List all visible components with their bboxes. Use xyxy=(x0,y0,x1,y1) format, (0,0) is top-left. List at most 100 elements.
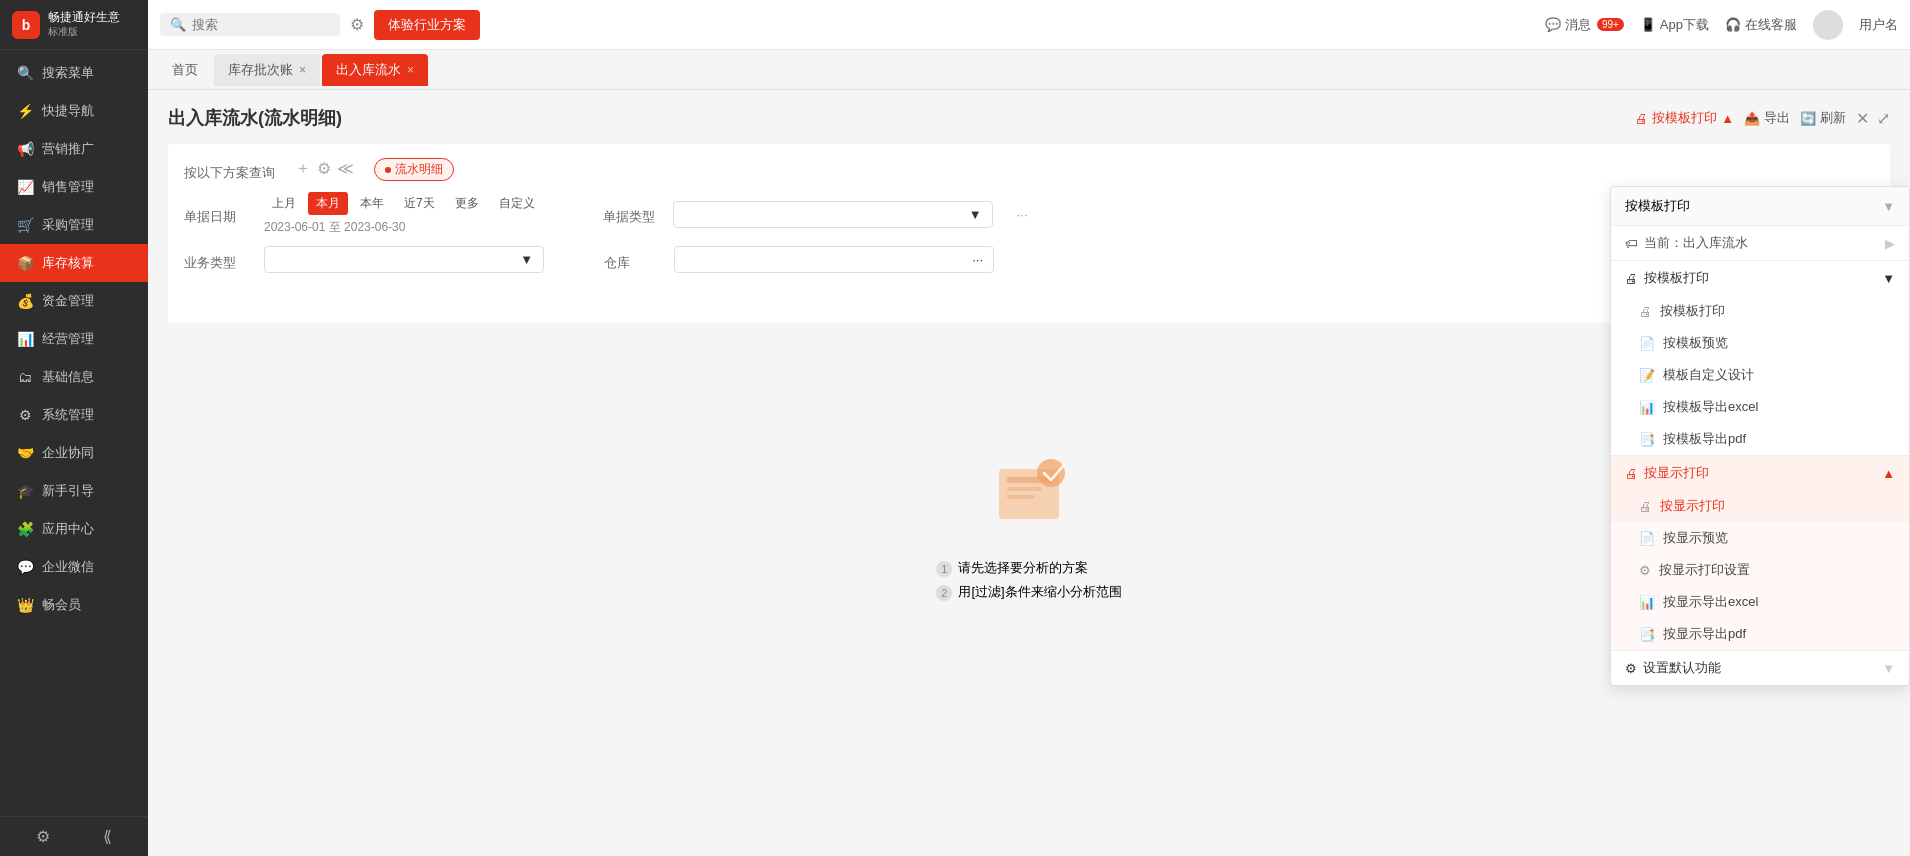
item-preview-icon: 📄 xyxy=(1639,336,1655,351)
sidebar-nav: 🔍搜索菜单⚡快捷导航📢营销推广📈销售管理🛒采购管理📦库存核算💰资金管理📊经营管理… xyxy=(0,50,148,816)
template-print-item[interactable]: 🖨 按模板打印 xyxy=(1611,295,1909,327)
date-tab-0[interactable]: 上月 xyxy=(264,192,304,215)
add-filter-icon[interactable]: ＋ xyxy=(295,158,311,179)
display-pdf-item[interactable]: 📑 按显示导出pdf xyxy=(1611,618,1909,650)
empty-illustration xyxy=(979,439,1079,539)
close-window-icon[interactable]: ✕ xyxy=(1856,109,1869,128)
sidebar-item-search[interactable]: 🔍搜索菜单 xyxy=(0,54,148,92)
tab-home[interactable]: 首页 xyxy=(158,54,212,86)
search-box[interactable]: 🔍 xyxy=(160,13,340,36)
print-template-btn[interactable]: 🖨 按模板打印 ▲ xyxy=(1635,109,1734,127)
filter-controls: ＋ ⚙ ≪ xyxy=(295,158,354,179)
industry-btn[interactable]: 体验行业方案 xyxy=(374,10,480,40)
template-preview-item[interactable]: 📄 按模板预览 xyxy=(1611,327,1909,359)
sidebar-item-shortcut[interactable]: ⚡快捷导航 xyxy=(0,92,148,130)
display-excel-item[interactable]: 📊 按显示导出excel xyxy=(1611,586,1909,618)
sidebar-icon-finance: 💰 xyxy=(16,293,34,309)
topbar-right: 💬 消息 99+ 📱 App下载 🎧 在线客服 用户名 xyxy=(1545,10,1898,40)
collapse-filter-icon[interactable]: ≪ xyxy=(337,159,354,178)
sidebar-item-apps[interactable]: 🧩应用中心 xyxy=(0,510,148,548)
chevron-up-icon: ▲ xyxy=(1721,111,1734,126)
more-options-icon[interactable]: ··· xyxy=(1017,207,1028,222)
printer-display-icon: 🖨 xyxy=(1625,466,1638,481)
sidebar-label-member: 畅会员 xyxy=(42,596,81,614)
tab-close-batch[interactable]: × xyxy=(299,63,306,77)
sidebar-item-member[interactable]: 👑 畅会员 xyxy=(0,586,148,624)
refresh-btn[interactable]: 🔄 刷新 xyxy=(1800,109,1846,127)
display-print-settings-item[interactable]: ⚙ 按显示打印设置 xyxy=(1611,554,1909,586)
sidebar-item-wechat[interactable]: 💬企业微信 xyxy=(0,548,148,586)
template-print-items: 🖨 按模板打印 📄 按模板预览 📝 模板自定义设计 📊 按模板导出excel xyxy=(1611,295,1909,455)
dropdown-panel: 按模板打印 ▼ 🏷 当前：出入库流水 ▶ 🖨 按模板打印 ▼ xyxy=(1610,186,1910,686)
warehouse-select[interactable]: ··· xyxy=(674,246,994,273)
avatar[interactable] xyxy=(1813,10,1843,40)
app-download-btn[interactable]: 📱 App下载 xyxy=(1640,16,1709,34)
date-tabs: 上月本月本年近7天更多自定义 xyxy=(264,192,543,215)
template-excel-item[interactable]: 📊 按模板导出excel xyxy=(1611,391,1909,423)
sidebar-label-system: 系统管理 xyxy=(42,406,94,424)
date-tab-2[interactable]: 本年 xyxy=(352,192,392,215)
voucher-type-select[interactable]: ▼ xyxy=(673,201,993,228)
display-preview-item[interactable]: 📄 按显示预览 xyxy=(1611,522,1909,554)
tabbar: 首页库存批次账×出入库流水× xyxy=(148,50,1910,90)
date-tab-4[interactable]: 更多 xyxy=(447,192,487,215)
voucher-type-label: 单据类型 xyxy=(603,202,663,226)
dropdown-footer[interactable]: ⚙ 设置默认功能 ▼ xyxy=(1611,651,1909,685)
sidebar-item-marketing[interactable]: 📢营销推广 xyxy=(0,130,148,168)
tab-batch[interactable]: 库存批次账× xyxy=(214,54,320,86)
template-design-item[interactable]: 📝 模板自定义设计 xyxy=(1611,359,1909,391)
sidebar-item-cooperation[interactable]: 🤝企业协同 xyxy=(0,434,148,472)
settings-filter-icon[interactable]: ⚙ xyxy=(317,159,331,178)
business-type-select[interactable]: ▼ xyxy=(264,246,544,273)
sidebar-footer: ⚙ ⟪ xyxy=(0,816,148,856)
export-btn[interactable]: 📤 导出 xyxy=(1744,109,1790,127)
display-print-items: 🖨 按显示打印 📄 按显示预览 ⚙ 按显示打印设置 📊 按显示导出excel xyxy=(1611,490,1909,650)
sidebar-icon-member: 👑 xyxy=(16,597,34,613)
dropdown-current[interactable]: 🏷 当前：出入库流水 ▶ xyxy=(1611,226,1909,261)
template-pdf-item[interactable]: 📑 按模板导出pdf xyxy=(1611,423,1909,455)
topbar: 🔍 ⚙ 体验行业方案 💬 消息 99+ 📱 App下载 🎧 在线客服 用户名 xyxy=(148,0,1910,50)
item-design-icon: 📝 xyxy=(1639,368,1655,383)
sidebar-item-guide[interactable]: 🎓新手引导 xyxy=(0,472,148,510)
gear-icon[interactable]: ⚙ xyxy=(350,15,364,34)
search-input[interactable] xyxy=(192,17,312,32)
settings-icon[interactable]: ⚙ xyxy=(36,827,50,846)
chevron-right-icon: ▶ xyxy=(1885,236,1895,251)
date-tab-5[interactable]: 自定义 xyxy=(491,192,543,215)
date-tab-3[interactable]: 近7天 xyxy=(396,192,443,215)
date-range: 2023-06-01 至 2023-06-30 xyxy=(264,219,543,236)
sidebar-icon-purchase: 🛒 xyxy=(16,217,34,233)
printer-icon: 🖨 xyxy=(1635,111,1648,126)
filter-chip[interactable]: 流水明细 xyxy=(374,158,454,181)
sidebar-icon-inventory: 📦 xyxy=(16,255,34,271)
sidebar-item-operation[interactable]: 📊经营管理 xyxy=(0,320,148,358)
dropdown-close-icon[interactable]: ▼ xyxy=(1882,199,1895,214)
date-label: 单据日期 xyxy=(184,202,244,226)
page-header: 出入库流水(流水明细) 🖨 按模板打印 ▲ 📤 导出 🔄 刷新 xyxy=(168,106,1890,130)
sidebar-item-purchase[interactable]: 🛒采购管理 xyxy=(0,206,148,244)
sidebar-item-finance[interactable]: 💰资金管理 xyxy=(0,282,148,320)
display-print-item[interactable]: 🖨 按显示打印 xyxy=(1611,490,1909,522)
item-excel-icon: 📊 xyxy=(1639,400,1655,415)
sidebar-item-sales[interactable]: 📈销售管理 xyxy=(0,168,148,206)
sidebar-item-system[interactable]: ⚙系统管理 xyxy=(0,396,148,434)
date-tab-1[interactable]: 本月 xyxy=(308,192,348,215)
expand-window-icon[interactable]: ⤢ xyxy=(1877,109,1890,128)
sidebar-label-apps: 应用中心 xyxy=(42,520,94,538)
display-print-section-header[interactable]: 🖨 按显示打印 ▲ xyxy=(1611,456,1909,490)
sidebar: b 畅捷通好生意 标准版 🔍搜索菜单⚡快捷导航📢营销推广📈销售管理🛒采购管理📦库… xyxy=(0,0,148,856)
collapse-sidebar-icon[interactable]: ⟪ xyxy=(103,827,112,846)
message-btn[interactable]: 💬 消息 99+ xyxy=(1545,16,1624,34)
item-printer2-icon: 🖨 xyxy=(1639,499,1652,514)
sidebar-icon-basic: 🗂 xyxy=(16,369,34,385)
sidebar-item-inventory[interactable]: 📦库存核算 xyxy=(0,244,148,282)
chevron-up-display-icon: ▲ xyxy=(1882,466,1895,481)
tab-close-flow[interactable]: × xyxy=(407,63,414,77)
online-service-btn[interactable]: 🎧 在线客服 xyxy=(1725,16,1797,34)
template-print-section-header[interactable]: 🖨 按模板打印 ▼ xyxy=(1611,261,1909,295)
chevron-down-icon-2: ▼ xyxy=(520,252,533,267)
sidebar-item-basic[interactable]: 🗂基础信息 xyxy=(0,358,148,396)
chevron-down-section-icon: ▼ xyxy=(1882,271,1895,286)
tab-flow[interactable]: 出入库流水× xyxy=(322,54,428,86)
sidebar-icon-cooperation: 🤝 xyxy=(16,445,34,461)
